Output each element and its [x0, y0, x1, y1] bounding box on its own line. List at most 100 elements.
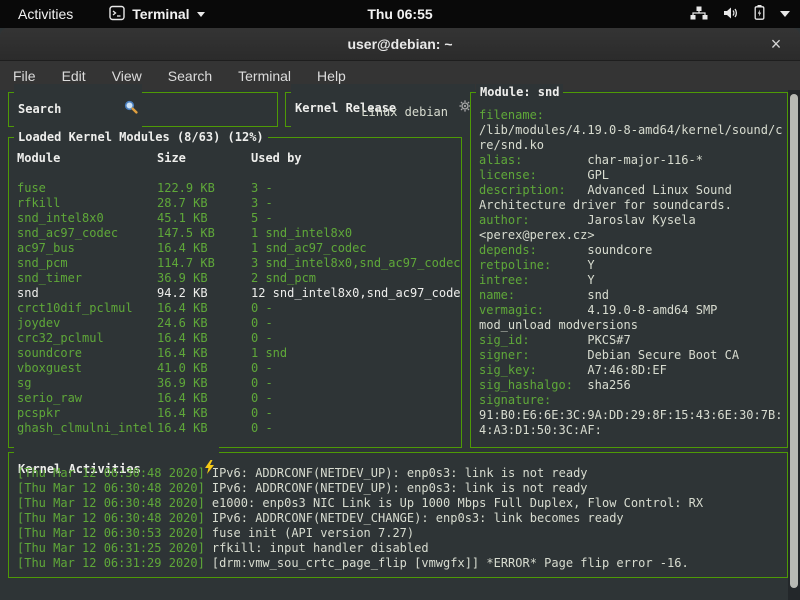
detail-line: /lib/modules/4.19.0-8-amd64/kernel/sound…	[479, 123, 783, 138]
module-size: 28.7 KB	[157, 196, 208, 210]
log-entry: [Thu Mar 12 06:30:48 2020] e1000: enp0s3 …	[17, 496, 783, 511]
module-used-by: 3 -	[251, 181, 273, 195]
table-row[interactable]: snd 94.2 KB 12 snd_intel8x0,snd_ac97_code	[17, 286, 461, 301]
detail-value: snd	[587, 288, 610, 302]
log-message: IPv6: ADDRCONF(NETDEV_CHANGE): enp0s3: l…	[211, 511, 624, 525]
modules-panel-title: Loaded Kernel Modules (8/63) (12%)	[18, 130, 264, 144]
module-size: 16.4 KB	[157, 241, 208, 255]
gnome-top-bar: Activities Terminal Thu 06:55	[0, 0, 800, 28]
module-name: pcspkr	[17, 406, 61, 420]
detail-line: retpoline: Y	[479, 258, 783, 273]
system-tray[interactable]	[690, 5, 790, 23]
module-name: crct10dif_pclmul	[17, 301, 133, 315]
table-row[interactable]: snd_timer 36.9 KB 2 snd_pcm	[17, 271, 457, 286]
module-size: 24.6 KB	[157, 316, 208, 330]
module-name: snd_intel8x0	[17, 211, 104, 225]
module-used-by: 0 -	[251, 301, 273, 315]
table-row[interactable]: snd_intel8x0 45.1 KB 5 -	[17, 211, 457, 226]
table-row[interactable]: sg 36.9 KB 0 -	[17, 376, 457, 391]
log-timestamp: [Thu Mar 12 06:30:48 2020]	[17, 496, 205, 510]
table-row[interactable]: crc32_pclmul 16.4 KB 0 -	[17, 331, 457, 346]
detail-line: license: GPL	[479, 168, 783, 183]
chevron-down-icon	[196, 11, 205, 17]
detail-key: signature:	[479, 393, 552, 407]
log-entry: [Thu Mar 12 06:30:53 2020] fuse init (API…	[17, 526, 783, 541]
close-icon[interactable]: ×	[764, 32, 788, 56]
detail-key: filename:	[479, 108, 545, 122]
table-row[interactable]: serio_raw 16.4 KB 0 -	[17, 391, 457, 406]
detail-key: depends:	[479, 243, 537, 257]
module-used-by: 1 snd	[251, 346, 288, 360]
module-name: snd_timer	[17, 271, 83, 285]
log-entry: [Thu Mar 12 06:30:48 2020] IPv6: ADDRCONF…	[17, 481, 783, 496]
table-row[interactable]: rfkill 28.7 KB 3 -	[17, 196, 457, 211]
module-name: rfkill	[17, 196, 61, 210]
detail-line: name: snd	[479, 288, 783, 303]
detail-value: GPL	[587, 168, 610, 182]
search-panel[interactable]: Search	[8, 84, 278, 134]
table-row[interactable]: joydev 24.6 KB 0 -	[17, 316, 457, 331]
log-entry: [Thu Mar 12 06:31:25 2020] rfkill: input …	[17, 541, 783, 556]
log-entry: [Thu Mar 12 06:31:29 2020] [drm:vmw_sou_c…	[17, 556, 783, 571]
module-used-by: 0 -	[251, 391, 273, 405]
detail-key: sig_id:	[479, 333, 530, 347]
detail-value: char-major-116-*	[587, 153, 703, 167]
table-row[interactable]: snd_pcm 114.7 KB 3 snd_intel8x0,snd_ac97_c…	[17, 256, 461, 271]
module-used-by: 12 snd_intel8x0,snd_ac97_code	[251, 286, 461, 300]
module-size: 36.9 KB	[157, 271, 208, 285]
module-name: crc32_pclmul	[17, 331, 104, 345]
column-module: Module	[17, 151, 61, 165]
detail-line: signature:	[479, 393, 783, 408]
module-size: 16.4 KB	[157, 421, 208, 435]
detail-value: Y	[587, 258, 595, 272]
detail-key: sig_hashalgo:	[479, 378, 573, 392]
column-used-by: Used by	[251, 151, 302, 165]
table-row[interactable]: soundcore 16.4 KB 1 snd	[17, 346, 457, 361]
app-menu[interactable]: Terminal	[109, 5, 205, 24]
kernel-log-list[interactable]: [Thu Mar 12 06:30:48 2020] IPv6: ADDRCONF…	[17, 466, 783, 571]
module-used-by: 3 snd_intel8x0,snd_ac97_codec	[251, 256, 461, 270]
table-row[interactable]: fuse 122.9 KB 3 -	[17, 181, 457, 196]
module-size: 16.4 KB	[157, 301, 208, 315]
module-detail-body[interactable]: filename: /lib/modules/4.19.0-8-amd64/ke…	[479, 108, 783, 438]
kernel-activities-panel: Kernel Activities [Thu Mar 12 06:30:48 2…	[8, 444, 788, 578]
scrollbar-thumb[interactable]	[790, 94, 798, 588]
detail-value: PKCS#7	[587, 333, 631, 347]
table-row[interactable]: snd_ac97_codec 147.5 KB 1 snd_intel8x0	[17, 226, 457, 241]
detail-key: license:	[479, 168, 537, 182]
detail-value: Architecture driver for soundcards.	[479, 198, 732, 212]
log-message: IPv6: ADDRCONF(NETDEV_UP): enp0s3: link …	[211, 481, 588, 495]
detail-value: Debian Secure Boot CA	[587, 348, 740, 362]
table-row[interactable]: pcspkr 16.4 KB 0 -	[17, 406, 457, 421]
menu-item[interactable]: Search	[155, 64, 225, 88]
module-name: ac97_bus	[17, 241, 75, 255]
terminal-titlebar[interactable]: user@debian: ~ ×	[0, 28, 800, 61]
module-name: joydev	[17, 316, 61, 330]
module-size: 94.2 KB	[157, 286, 208, 300]
table-row[interactable]: ghash_clmulni_intel 16.4 KB 0 -	[17, 421, 457, 436]
table-row[interactable]: ac97_bus 16.4 KB 1 snd_ac97_codec	[17, 241, 457, 256]
search-input[interactable]	[15, 105, 265, 123]
log-timestamp: [Thu Mar 12 06:30:48 2020]	[17, 511, 205, 525]
detail-key: intree:	[479, 273, 530, 287]
detail-value: mod_unload modversions	[479, 318, 638, 332]
table-row[interactable]: vboxguest 41.0 KB 0 -	[17, 361, 457, 376]
table-row[interactable]: crct10dif_pclmul 16.4 KB 0 -	[17, 301, 457, 316]
detail-value: 91:B0:E6:6E:3C:9A:DD:29:8F:15:43:6E:30:7…	[479, 408, 783, 422]
detail-line: sig_id: PKCS#7	[479, 333, 783, 348]
detail-line: signer: Debian Secure Boot CA	[479, 348, 783, 363]
detail-key: description:	[479, 183, 566, 197]
module-name: sg	[17, 376, 32, 390]
module-detail-panel: Module: snd filename: /lib/modules/4.19.…	[470, 84, 788, 448]
log-timestamp: [Thu Mar 12 06:31:29 2020]	[17, 556, 205, 570]
activities-button[interactable]: Activities	[12, 4, 79, 24]
volume-icon	[723, 6, 739, 23]
kernel-release-value: Linux debian	[361, 105, 448, 119]
detail-value: Advanced Linux Sound	[587, 183, 732, 197]
module-used-by: 1 snd_intel8x0	[251, 226, 353, 240]
module-name: vboxguest	[17, 361, 83, 375]
module-size: 16.4 KB	[157, 406, 208, 420]
log-timestamp: [Thu Mar 12 06:30:48 2020]	[17, 481, 205, 495]
detail-line: author: Jaroslav Kysela	[479, 213, 783, 228]
detail-value: 4:A3:D1:50:3C:AF:	[479, 423, 602, 437]
